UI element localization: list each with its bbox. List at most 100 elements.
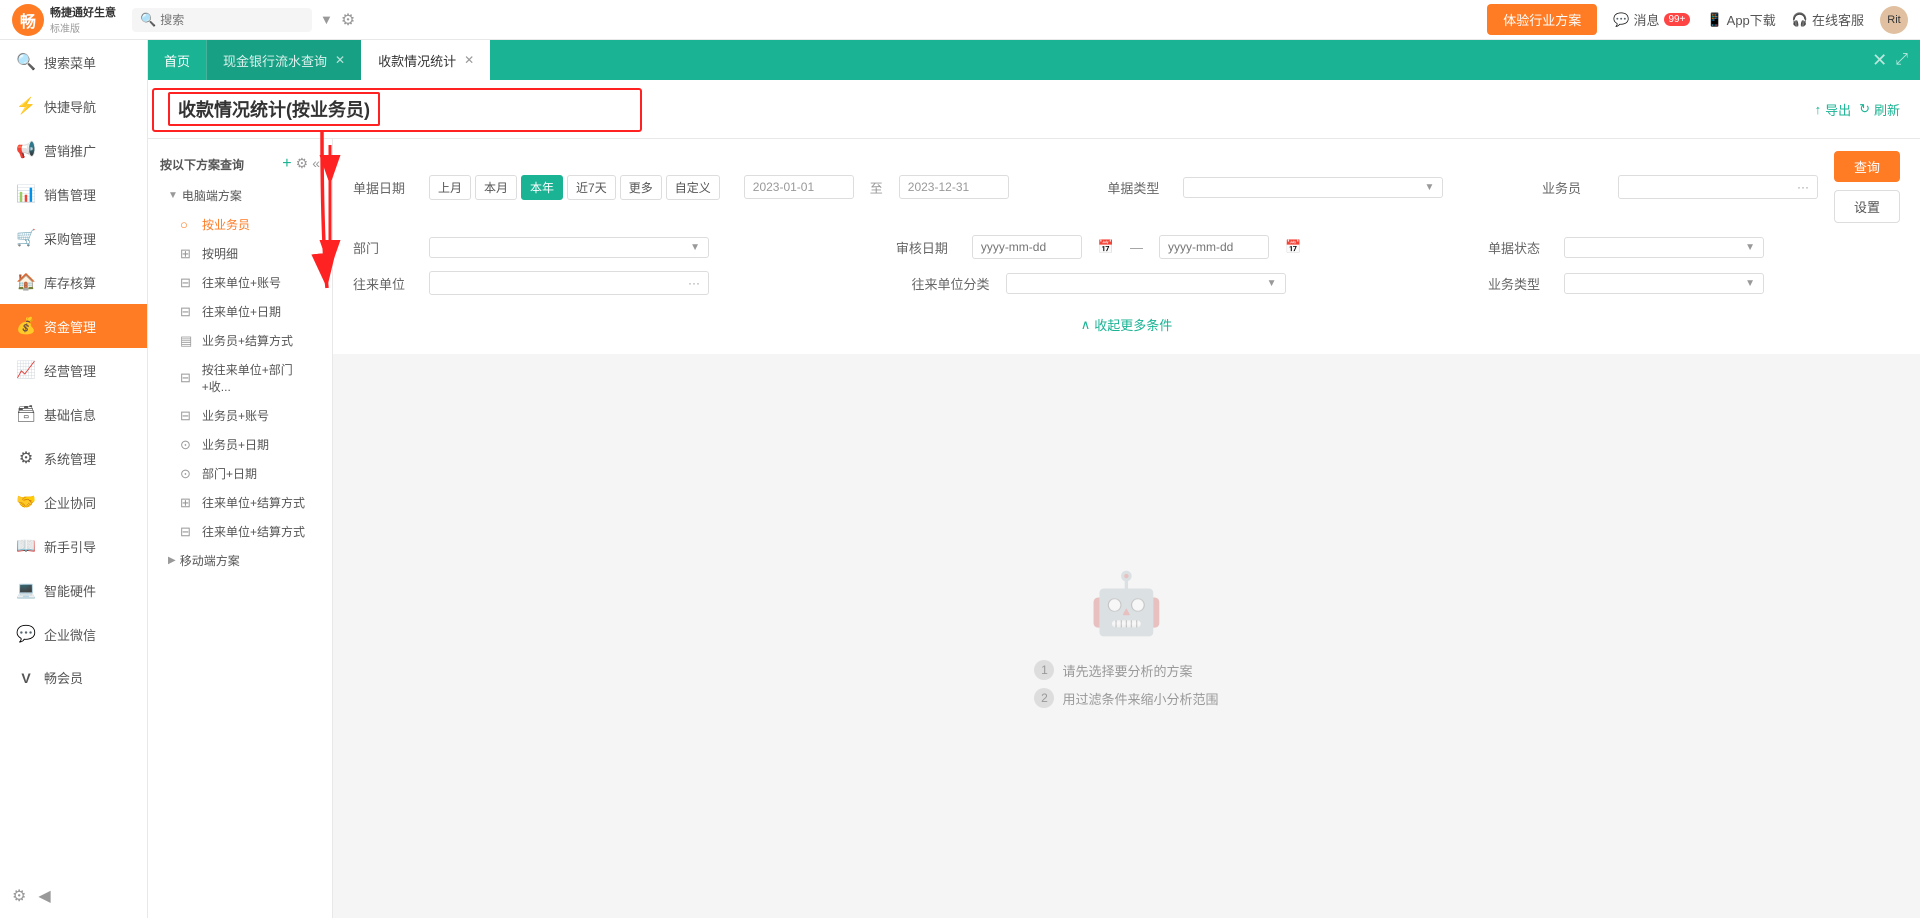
sidebar-bottom: ⚙ ◀	[0, 874, 147, 918]
date-btn-more[interactable]: 更多	[620, 175, 662, 200]
partner-select[interactable]: ···	[429, 271, 709, 295]
scheme-item-0[interactable]: ○ 按业务员	[156, 210, 332, 239]
sidebar-item-finance[interactable]: 💰 资金管理	[0, 304, 147, 348]
scheme-icon-4: ▤	[180, 333, 196, 349]
refresh-button[interactable]: ↻ 刷新	[1859, 100, 1900, 119]
mobile-group-expand-icon: ▶	[168, 555, 176, 566]
desktop-group-header[interactable]: ▼ 电脑端方案	[156, 181, 332, 210]
sidebar-item-guide[interactable]: 📖 新手引导	[0, 524, 147, 568]
empty-state: 🤖 1 请先选择要分析的方案 2 用过滤条件来缩小分析范围	[1034, 564, 1218, 708]
sidebar-item-sales[interactable]: 📊 销售管理	[0, 172, 147, 216]
tab-cashflow[interactable]: 现金银行流水查询 ✕	[206, 40, 361, 80]
query-button[interactable]: 查询	[1834, 151, 1900, 182]
review-date-label: 审核日期	[896, 238, 956, 257]
tip-number-1: 1	[1034, 660, 1054, 680]
date-btn-this-month[interactable]: 本月	[475, 175, 517, 200]
partner-more-icon[interactable]: ···	[688, 276, 700, 290]
settings-bottom-icon[interactable]: ⚙	[12, 886, 26, 906]
review-date-start-input[interactable]	[972, 235, 1082, 259]
dropdown-arrow-icon[interactable]: ▼	[320, 12, 333, 27]
messages-action[interactable]: 💬 消息 99+	[1613, 10, 1690, 29]
sidebar-item-inventory[interactable]: 🏠 库存核算	[0, 260, 147, 304]
scheme-item-2[interactable]: ⊟ 往来单位+账号	[156, 268, 332, 297]
scheme-item-8[interactable]: ⊙ 部门+日期	[156, 459, 332, 488]
tab-collection[interactable]: 收款情况统计 ✕	[361, 40, 490, 80]
sidebar-item-search[interactable]: 🔍 搜索菜单	[0, 40, 147, 84]
user-avatar[interactable]: Rit	[1880, 6, 1908, 34]
sidebar-item-hardware[interactable]: 💻 智能硬件	[0, 568, 147, 612]
salesman-more-icon: ···	[1797, 180, 1809, 194]
partner-cat-dropdown-icon: ▼	[1267, 278, 1277, 289]
date-btn-custom[interactable]: 自定义	[666, 175, 720, 200]
salesman-select[interactable]: ···	[1618, 175, 1818, 199]
tab-close-collection[interactable]: ✕	[464, 53, 474, 67]
sidebar-item-basic[interactable]: 🗃 基础信息	[0, 392, 147, 436]
partner-label: 往来单位	[353, 274, 413, 293]
biz-type-label: 业务类型	[1488, 274, 1548, 293]
tab-close-cashflow[interactable]: ✕	[335, 53, 345, 67]
top-search-bar[interactable]: 🔍	[132, 8, 312, 32]
scheme-item-10[interactable]: ⊟ 往来单位+结算方式	[156, 517, 332, 546]
sidebar-label-management: 经营管理	[44, 361, 96, 380]
bill-status-label: 单据状态	[1488, 238, 1548, 257]
sidebar-label-finance: 资金管理	[44, 317, 96, 336]
online-service-action[interactable]: 🎧 在线客服	[1792, 10, 1864, 29]
bill-status-select[interactable]: ▼	[1564, 237, 1764, 258]
sidebar: 🔍 搜索菜单 ⚡ 快捷导航 📢 营销推广 📊 销售管理 🛒 采购管理 🏠	[0, 40, 148, 918]
sidebar-item-system[interactable]: ⚙ 系统管理	[0, 436, 147, 480]
date-btn-this-year[interactable]: 本年	[521, 175, 563, 200]
scheme-item-9[interactable]: ⊞ 往来单位+结算方式	[156, 488, 332, 517]
tab-close-all-icon[interactable]: ✕	[1872, 50, 1887, 71]
sidebar-item-collab[interactable]: 🤝 企业协同	[0, 480, 147, 524]
sidebar-item-marketing[interactable]: 📢 营销推广	[0, 128, 147, 172]
calendar-icon-1[interactable]: 📅	[1098, 239, 1114, 255]
service-icon: 🎧	[1792, 12, 1808, 28]
sidebar-label-purchase: 采购管理	[44, 229, 96, 248]
sidebar-item-purchase[interactable]: 🛒 采购管理	[0, 216, 147, 260]
add-scheme-button[interactable]: +	[282, 155, 291, 173]
bill-type-select[interactable]: ▼	[1183, 177, 1443, 198]
inventory-icon: 🏠	[16, 272, 36, 292]
scheme-icon-8: ⊙	[180, 466, 196, 482]
date-end-input[interactable]	[899, 175, 1009, 199]
partner-category-select[interactable]: ▼	[1006, 273, 1286, 294]
collapse-sidebar-icon[interactable]: ◀	[38, 886, 50, 906]
scheme-item-6[interactable]: ⊟ 业务员+账号	[156, 401, 332, 430]
date-btn-7days[interactable]: 近7天	[567, 175, 616, 200]
dept-select[interactable]: ▼	[429, 237, 709, 258]
scheme-icon-7: ⊙	[180, 437, 196, 453]
scheme-item-7[interactable]: ⊙ 业务员+日期	[156, 430, 332, 459]
scheme-item-3[interactable]: ⊟ 往来单位+日期	[156, 297, 332, 326]
top-bar-actions: 体验行业方案 💬 消息 99+ 📱 App下载 🎧 在线客服 Rit	[1487, 4, 1908, 35]
sidebar-item-wechat[interactable]: 💬 企业微信	[0, 612, 147, 656]
tab-maximize-icon[interactable]: ⤢	[1895, 51, 1908, 69]
date-btn-last-month[interactable]: 上月	[429, 175, 471, 200]
collapse-panel-icon[interactable]: «	[312, 155, 320, 173]
biz-type-select[interactable]: ▼	[1564, 273, 1764, 294]
scheme-item-5[interactable]: ⊟ 按往来单位+部门+收...	[156, 355, 332, 401]
sidebar-item-management[interactable]: 📈 经营管理	[0, 348, 147, 392]
purchase-icon: 🛒	[16, 228, 36, 248]
gear-icon-top[interactable]: ⚙	[341, 10, 355, 30]
calendar-icon-2[interactable]: 📅	[1285, 239, 1301, 255]
scheme-item-4[interactable]: ▤ 业务员+结算方式	[156, 326, 332, 355]
mobile-group-header[interactable]: ▶ 移动端方案	[156, 546, 332, 575]
date-start-input[interactable]	[744, 175, 854, 199]
export-button[interactable]: ↑ 导出	[1815, 100, 1852, 119]
scheme-settings-icon[interactable]: ⚙	[296, 155, 309, 173]
logo-area: 畅 畅捷通好生意 标准版	[12, 4, 116, 36]
trial-button[interactable]: 体验行业方案	[1487, 4, 1597, 35]
messages-badge: 99+	[1664, 13, 1691, 26]
tab-home[interactable]: 首页	[148, 40, 206, 80]
collapse-filter-button[interactable]: ∧ 收起更多条件	[353, 307, 1900, 342]
quicknav-icon: ⚡	[16, 96, 36, 116]
review-date-end-input[interactable]	[1159, 235, 1269, 259]
search-input[interactable]	[160, 13, 280, 27]
sidebar-item-quicknav[interactable]: ⚡ 快捷导航	[0, 84, 147, 128]
setting-button[interactable]: 设置	[1834, 190, 1900, 223]
search-icon: 🔍	[16, 52, 36, 72]
sidebar-label-guide: 新手引导	[44, 537, 96, 556]
app-download-action[interactable]: 📱 App下载	[1706, 10, 1775, 29]
sidebar-item-vip[interactable]: V 畅会员	[0, 656, 147, 699]
scheme-item-1[interactable]: ⊞ 按明细	[156, 239, 332, 268]
